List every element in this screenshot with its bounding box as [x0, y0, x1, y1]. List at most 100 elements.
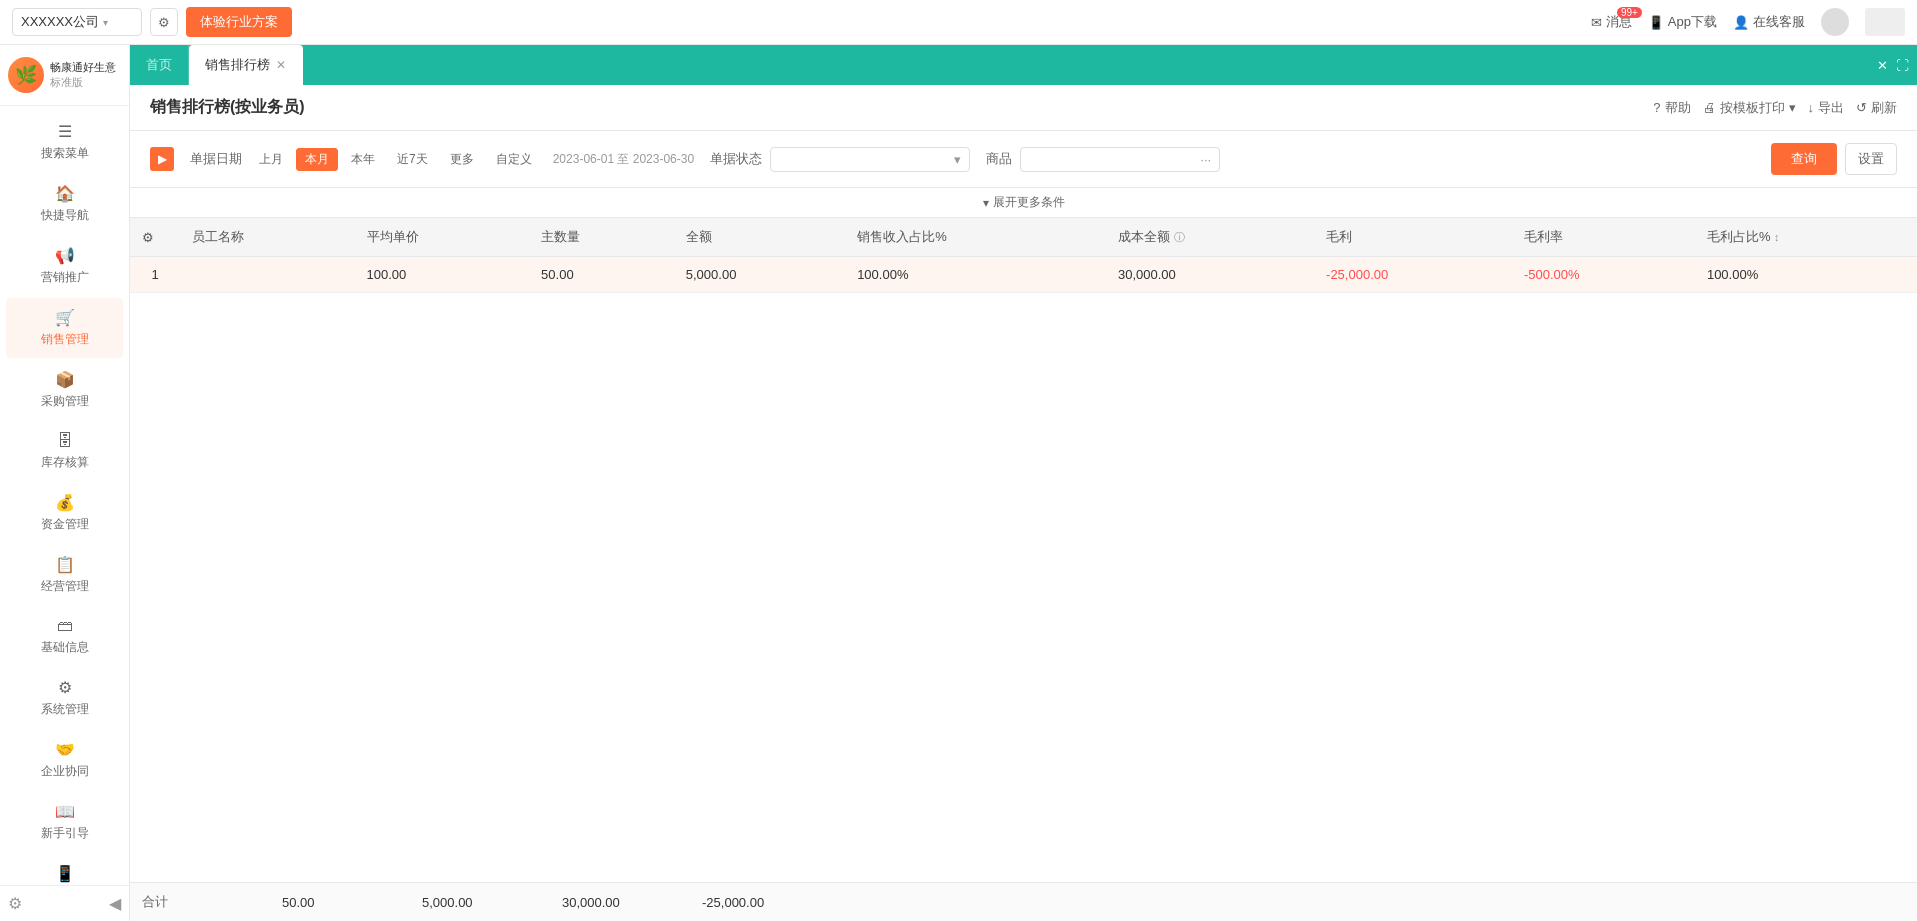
- settings-icon[interactable]: ⚙: [150, 8, 178, 36]
- main-content: 首页销售排行榜✕ ✕ ⛶ 销售排行榜(按业务员) ? 帮助 🖨 按模板打印 ▾: [130, 45, 1917, 921]
- sidebar-item-quick-nav[interactable]: 🏠 快捷导航: [6, 174, 123, 234]
- cell-amount: 5,000.00: [674, 257, 845, 293]
- date-btn-本年[interactable]: 本年: [342, 148, 384, 171]
- sidebar-collapse-icon[interactable]: ◀: [109, 894, 121, 913]
- table-row: 1100.0050.005,000.00100.00%30,000.00-25,…: [130, 257, 1917, 293]
- basic-info-icon: 🗃: [57, 617, 73, 635]
- tab-bar-actions: ✕ ⛶: [1877, 45, 1917, 85]
- date-btn-近7天[interactable]: 近7天: [388, 148, 437, 171]
- sidebar-item-operations[interactable]: 📋 经营管理: [6, 545, 123, 605]
- footer-main-qty: 50.00: [282, 895, 362, 910]
- sidebar-item-sales[interactable]: 🛒 销售管理: [6, 298, 123, 358]
- sidebar-item-marketing[interactable]: 📢 营销推广: [6, 236, 123, 296]
- cell-rank: 1: [130, 257, 180, 293]
- company-selector[interactable]: XXXXXX公司 ▾: [12, 8, 142, 36]
- goods-input[interactable]: ···: [1020, 147, 1220, 172]
- sidebar-item-label: 企业协同: [41, 763, 89, 780]
- table-container: ⚙员工名称平均单价主数量全额销售收入占比%成本全额 ⓘ毛利毛利率毛利占比% ↕ …: [130, 218, 1917, 882]
- user-name: [1865, 8, 1905, 36]
- messages-button[interactable]: ✉ 消息 99+: [1591, 13, 1632, 31]
- expand-down-icon: ▾: [983, 196, 989, 210]
- sidebar-item-system[interactable]: ⚙ 系统管理: [6, 668, 123, 728]
- print-icon: 🖨: [1703, 100, 1716, 115]
- sidebar-settings-icon[interactable]: ⚙: [8, 894, 22, 913]
- footer-label: 合计: [142, 893, 222, 911]
- refresh-button[interactable]: ↺ 刷新: [1856, 99, 1897, 117]
- filter-area: ▶ 单据日期 上月本月本年近7天更多自定义 2023-06-01 至 2023-…: [130, 131, 1917, 188]
- service-icon: 👤: [1733, 15, 1749, 30]
- info-icon: ⓘ: [1174, 231, 1185, 243]
- page-title: 销售排行榜(按业务员): [150, 97, 305, 118]
- sidebar-item-finance[interactable]: 💰 资金管理: [6, 483, 123, 543]
- sidebar-item-app-center[interactable]: 📱 应用中心: [6, 854, 123, 885]
- expand-button[interactable]: ▾ 展开更多条件: [983, 194, 1065, 211]
- sidebar-item-purchase[interactable]: 📦 采购管理: [6, 360, 123, 420]
- sidebar-item-label: 营销推广: [41, 269, 89, 286]
- export-button[interactable]: ↓ 导出: [1808, 99, 1845, 117]
- status-select[interactable]: ▾: [770, 147, 970, 172]
- col-header-sales_pct: 销售收入占比%: [845, 218, 1106, 257]
- purchase-icon: 📦: [55, 370, 75, 389]
- help-button[interactable]: ? 帮助: [1653, 99, 1690, 117]
- col-header-avg_price: 平均单价: [355, 218, 530, 257]
- sidebar-item-basic-info[interactable]: 🗃 基础信息: [6, 607, 123, 666]
- logo-icon: 🌿: [8, 57, 44, 93]
- online-service-label: 在线客服: [1753, 13, 1805, 31]
- sales-icon: 🛒: [55, 308, 75, 327]
- query-button[interactable]: 查询: [1771, 143, 1837, 175]
- filter-actions: 查询 设置: [1771, 143, 1897, 175]
- main-layout: 🌿 畅康通好生意 标准版 ☰ 搜索菜单 🏠 快捷导航 📢 营销推广 🛒 销售管理…: [0, 45, 1917, 921]
- col-header-employee: 员工名称: [180, 218, 355, 257]
- collapse-icon: ▶: [158, 152, 167, 166]
- sidebar-item-label: 经营管理: [41, 578, 89, 595]
- status-filter: 单据状态 ▾: [710, 147, 970, 172]
- page-header: 销售排行榜(按业务员) ? 帮助 🖨 按模板打印 ▾ ↓ 导出: [130, 85, 1917, 131]
- tab-maximize-icon[interactable]: ⛶: [1896, 58, 1909, 73]
- sidebar-item-label: 库存核算: [41, 454, 89, 471]
- tab-close-all-icon[interactable]: ✕: [1877, 58, 1888, 73]
- sidebar-item-label: 新手引导: [41, 825, 89, 842]
- avatar[interactable]: [1821, 8, 1849, 36]
- sales-ranking-table: ⚙员工名称平均单价主数量全额销售收入占比%成本全额 ⓘ毛利毛利率毛利占比% ↕ …: [130, 218, 1917, 293]
- app-download-button[interactable]: 📱 App下载: [1648, 13, 1717, 31]
- sidebar-item-enterprise-collab[interactable]: 🤝 企业协同: [6, 730, 123, 790]
- template-print-button[interactable]: 🖨 按模板打印 ▾: [1703, 99, 1796, 117]
- date-btn-本月[interactable]: 本月: [296, 148, 338, 171]
- status-chevron-icon: ▾: [954, 152, 961, 167]
- enterprise-collab-icon: 🤝: [55, 740, 75, 759]
- refresh-icon: ↺: [1856, 100, 1867, 115]
- date-btn-更多[interactable]: 更多: [441, 148, 483, 171]
- marketing-icon: 📢: [55, 246, 75, 265]
- tab-home[interactable]: 首页: [130, 45, 189, 85]
- table-footer: 合计 50.00 5,000.00 30,000.00 -25,000.00: [130, 882, 1917, 921]
- sort-icon[interactable]: ↕: [1774, 231, 1780, 243]
- sidebar-item-search-orders[interactable]: ☰ 搜索菜单: [6, 112, 123, 172]
- logo-line1: 畅康通好生意: [50, 60, 116, 75]
- tab-bar: 首页销售排行榜✕ ✕ ⛶: [130, 45, 1917, 85]
- footer-gross-profit: -25,000.00: [702, 895, 782, 910]
- help-icon: ?: [1653, 100, 1660, 115]
- cell-gross_rate: -500.00%: [1512, 257, 1695, 293]
- col-header-gross_pct[interactable]: 毛利占比% ↕: [1695, 218, 1917, 257]
- cell-gross_pct: 100.00%: [1695, 257, 1917, 293]
- sidebar-item-inventory[interactable]: 🗄 库存核算: [6, 422, 123, 481]
- export-icon: ↓: [1808, 100, 1815, 115]
- footer-amount: 5,000.00: [422, 895, 502, 910]
- date-btn-自定义[interactable]: 自定义: [487, 148, 541, 171]
- filter-collapse-btn[interactable]: ▶: [150, 147, 174, 171]
- date-btn-上月[interactable]: 上月: [250, 148, 292, 171]
- sidebar-item-label: 基础信息: [41, 639, 89, 656]
- sidebar-logo: 🌿 畅康通好生意 标准版: [0, 45, 129, 106]
- onboarding-icon: 📖: [55, 802, 75, 821]
- help-label: 帮助: [1665, 99, 1691, 117]
- filter-settings-button[interactable]: 设置: [1845, 143, 1897, 175]
- trial-button[interactable]: 体验行业方案: [186, 7, 292, 37]
- logo-text: 畅康通好生意 标准版: [50, 60, 116, 91]
- tab-sales-ranking[interactable]: 销售排行榜✕: [189, 45, 303, 85]
- quick-nav-icon: 🏠: [55, 184, 75, 203]
- date-label: 单据日期: [190, 150, 242, 168]
- footer-cost: 30,000.00: [562, 895, 642, 910]
- sidebar-item-onboarding[interactable]: 📖 新手引导: [6, 792, 123, 852]
- online-service-button[interactable]: 👤 在线客服: [1733, 13, 1805, 31]
- tab-close-icon[interactable]: ✕: [276, 58, 286, 72]
